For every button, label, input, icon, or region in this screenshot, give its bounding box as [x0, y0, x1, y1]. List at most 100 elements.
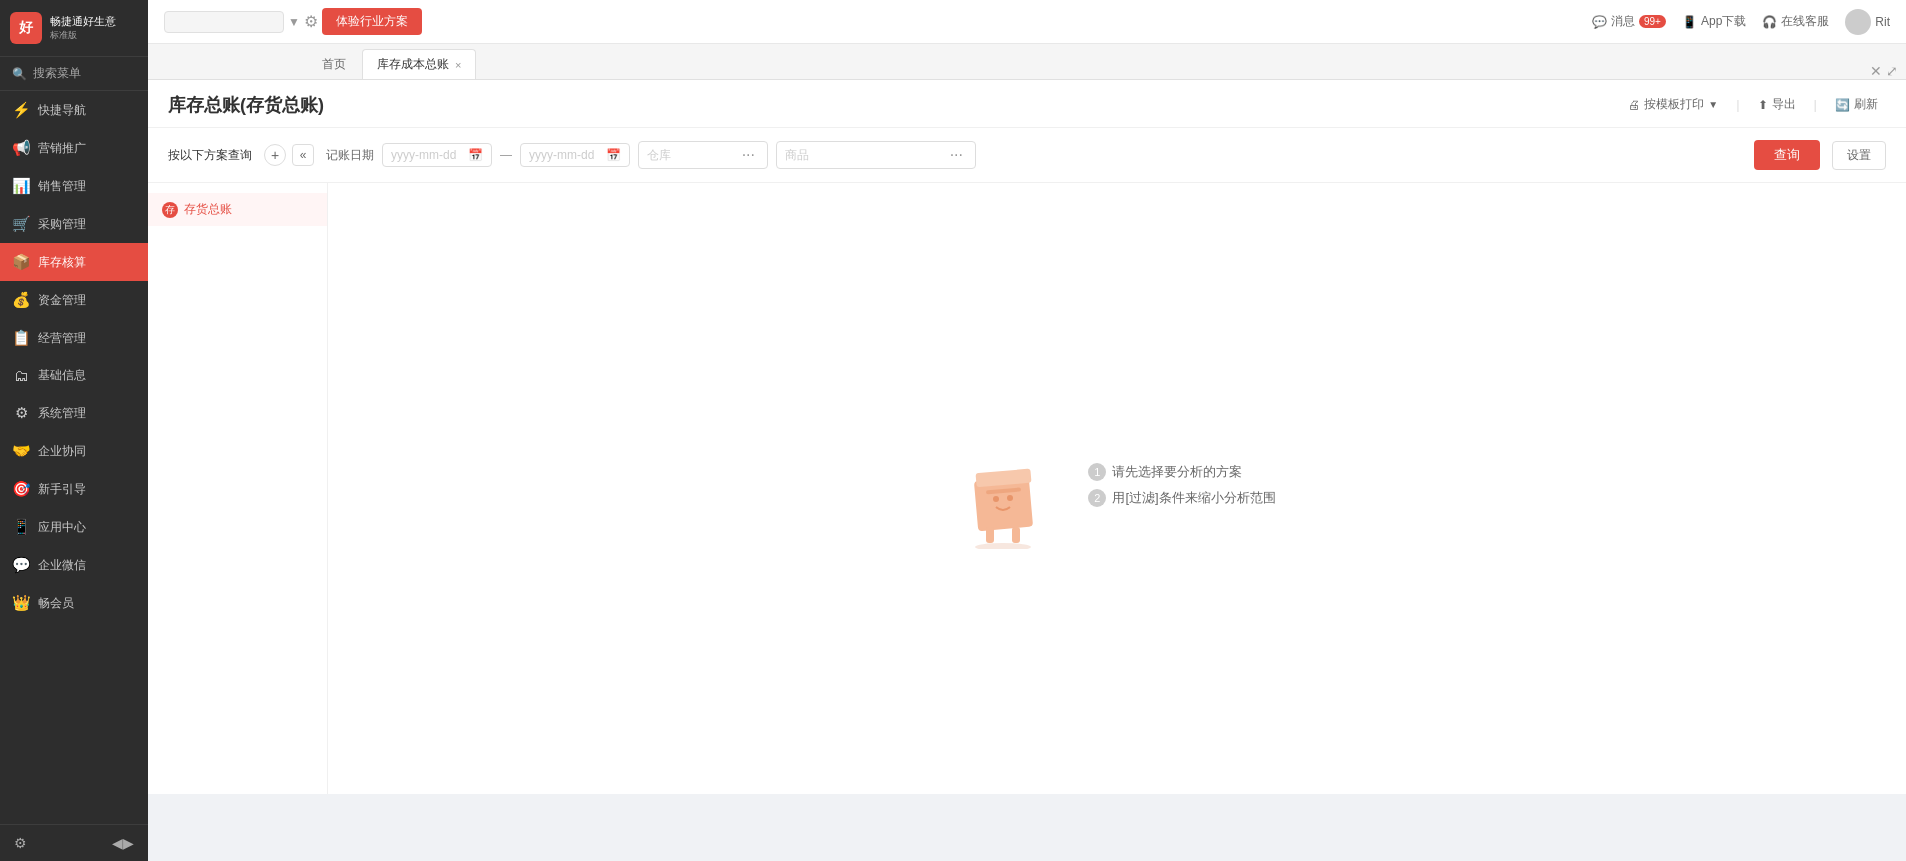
chevron-down-icon: ▼: [288, 15, 300, 29]
scheme-sidebar: 存 存货总账: [148, 183, 328, 794]
filter-panel: 按以下方案查询 + « 记账日期 yyyy-mm-dd 📅 — yyyy-mm-…: [148, 128, 1906, 183]
refresh-button[interactable]: 🔄 刷新: [1827, 92, 1886, 117]
messages-badge: 99+: [1639, 15, 1666, 28]
sidebar-footer: ⚙ ◀▶: [0, 824, 148, 861]
product-more-icon: ···: [946, 146, 967, 164]
sidebar-item-label: 经营管理: [38, 330, 86, 347]
app-badge: 标准版: [50, 29, 116, 42]
filter-label: 按以下方案查询: [168, 147, 252, 164]
export-label: 导出: [1772, 96, 1796, 113]
online-service-btn[interactable]: 🎧 在线客服: [1762, 13, 1829, 30]
finance-icon: 💰: [12, 291, 30, 309]
sidebar-item-finance[interactable]: 💰 资金管理: [0, 281, 148, 319]
date-end-placeholder: yyyy-mm-dd: [529, 148, 594, 162]
sidebar-item-label: 企业协同: [38, 443, 86, 460]
sidebar-item-corp-wechat[interactable]: 💬 企业微信: [0, 546, 148, 584]
tab-bar-right: ✕ ⤢: [1862, 63, 1906, 79]
export-button[interactable]: ⬆ 导出: [1750, 92, 1804, 117]
online-service-label: 在线客服: [1781, 13, 1829, 30]
corp-wechat-icon: 💬: [12, 556, 30, 574]
sidebar-item-vip[interactable]: 👑 畅会员: [0, 584, 148, 622]
sidebar-item-operation[interactable]: 📋 经营管理: [0, 319, 148, 357]
operation-icon: 📋: [12, 329, 30, 347]
warehouse-select[interactable]: 仓库 ···: [638, 141, 768, 169]
user-name: Rit: [1875, 15, 1890, 29]
hint1-num: 1: [1088, 463, 1106, 481]
sales-icon: 📊: [12, 177, 30, 195]
tab-close-icon[interactable]: ×: [455, 59, 461, 71]
settings-icon[interactable]: ⚙: [14, 835, 27, 851]
scheme-panel: 存 存货总账: [148, 183, 1906, 794]
calendar-icon: 📅: [468, 148, 483, 162]
sidebar-item-enterprise[interactable]: 🤝 企业协同: [0, 432, 148, 470]
gear-icon[interactable]: ⚙: [304, 12, 318, 31]
empty-svg: [958, 439, 1058, 549]
empty-hint-1: 1 请先选择要分析的方案: [1088, 463, 1275, 481]
trial-button[interactable]: 体验行业方案: [322, 8, 422, 35]
page-header-actions: 🖨 按模板打印 ▼ | ⬆ 导出 | 🔄 刷新: [1620, 92, 1886, 117]
tabbar: 首页 库存成本总账 × ✕ ⤢: [148, 44, 1906, 80]
user-avatar: [1845, 9, 1871, 35]
svg-point-7: [975, 543, 1031, 549]
hint1-text: 请先选择要分析的方案: [1112, 463, 1242, 481]
page-title: 库存总账(存货总账): [168, 93, 324, 117]
filter-collapse-button[interactable]: «: [292, 144, 314, 166]
divider2: |: [1814, 97, 1817, 112]
sidebar-item-label: 基础信息: [38, 367, 86, 384]
export-icon: ⬆: [1758, 98, 1768, 112]
purchase-icon: 🛒: [12, 215, 30, 233]
tab-bar-expand-icon[interactable]: ⤢: [1886, 63, 1898, 79]
divider: |: [1736, 97, 1739, 112]
query-button[interactable]: 查询: [1754, 140, 1820, 170]
sidebar-item-label: 系统管理: [38, 405, 86, 422]
sidebar-item-marketing[interactable]: 📢 营销推广: [0, 129, 148, 167]
app-download-btn[interactable]: 📱 App下载: [1682, 13, 1746, 30]
sidebar-item-system[interactable]: ⚙ 系统管理: [0, 394, 148, 432]
tab-inventory-ledger[interactable]: 库存成本总账 ×: [362, 49, 476, 79]
svg-point-5: [993, 496, 999, 502]
date-label: 记账日期: [326, 147, 374, 164]
messages-btn[interactable]: 💬 消息 99+: [1592, 13, 1666, 30]
sidebar-item-label: 销售管理: [38, 178, 86, 195]
sidebar-search[interactable]: 🔍 搜索菜单: [0, 57, 148, 91]
sidebar-item-sales[interactable]: 📊 销售管理: [0, 167, 148, 205]
date-end-input[interactable]: yyyy-mm-dd 📅: [520, 143, 630, 167]
sidebar-item-quick-nav[interactable]: ⚡ 快捷导航: [0, 91, 148, 129]
sidebar-item-label: 畅会员: [38, 595, 74, 612]
sidebar: 好 畅捷通好生意 标准版 🔍 搜索菜单 ⚡ 快捷导航 📢 营销推广 📊 销售管理…: [0, 0, 148, 861]
scheme-item-stock-ledger[interactable]: 存 存货总账: [148, 193, 327, 226]
marketing-icon: 📢: [12, 139, 30, 157]
warehouse-label: 仓库: [647, 147, 671, 164]
system-icon: ⚙: [12, 404, 30, 422]
filter-row: 记账日期 yyyy-mm-dd 📅 — yyyy-mm-dd 📅 仓库 ··· …: [326, 141, 1742, 169]
warehouse-more-icon: ···: [738, 146, 759, 164]
headset-icon: 🎧: [1762, 15, 1777, 29]
empty-state: 1 请先选择要分析的方案 2 用[过滤]条件来缩小分析范围: [328, 183, 1906, 794]
print-chevron-icon: ▼: [1708, 99, 1718, 110]
sidebar-item-label: 企业微信: [38, 557, 86, 574]
sidebar-item-app-center[interactable]: 📱 应用中心: [0, 508, 148, 546]
hint2-num: 2: [1088, 489, 1106, 507]
tab-inventory-ledger-label: 库存成本总账: [377, 56, 449, 73]
topbar: ▼ ⚙ 体验行业方案 💬 消息 99+ 📱 App下载 🎧 在线客服 Rit: [148, 0, 1906, 44]
sidebar-item-newbie[interactable]: 🎯 新手引导: [0, 470, 148, 508]
print-button[interactable]: 🖨 按模板打印 ▼: [1620, 92, 1726, 117]
sidebar-item-inventory[interactable]: 📦 库存核算: [0, 243, 148, 281]
date-start-input[interactable]: yyyy-mm-dd 📅: [382, 143, 492, 167]
user-profile[interactable]: Rit: [1845, 9, 1890, 35]
breadcrumb-input[interactable]: [164, 11, 284, 33]
filter-add-button[interactable]: +: [264, 144, 286, 166]
sidebar-item-label: 库存核算: [38, 254, 86, 271]
sidebar-item-label: 快捷导航: [38, 102, 86, 119]
sidebar-item-basic[interactable]: 🗂 基础信息: [0, 357, 148, 394]
sidebar-item-purchase[interactable]: 🛒 采购管理: [0, 205, 148, 243]
refresh-label: 刷新: [1854, 96, 1878, 113]
setting-button[interactable]: 设置: [1832, 141, 1886, 170]
product-select[interactable]: 商品 ···: [776, 141, 976, 169]
message-icon: 💬: [1592, 15, 1607, 29]
collapse-icon[interactable]: ◀▶: [112, 835, 134, 851]
tab-bar-close-button[interactable]: ✕: [1870, 63, 1882, 79]
filter-actions: + «: [264, 144, 314, 166]
tab-home[interactable]: 首页: [308, 49, 360, 79]
hint2-text: 用[过滤]条件来缩小分析范围: [1112, 489, 1275, 507]
